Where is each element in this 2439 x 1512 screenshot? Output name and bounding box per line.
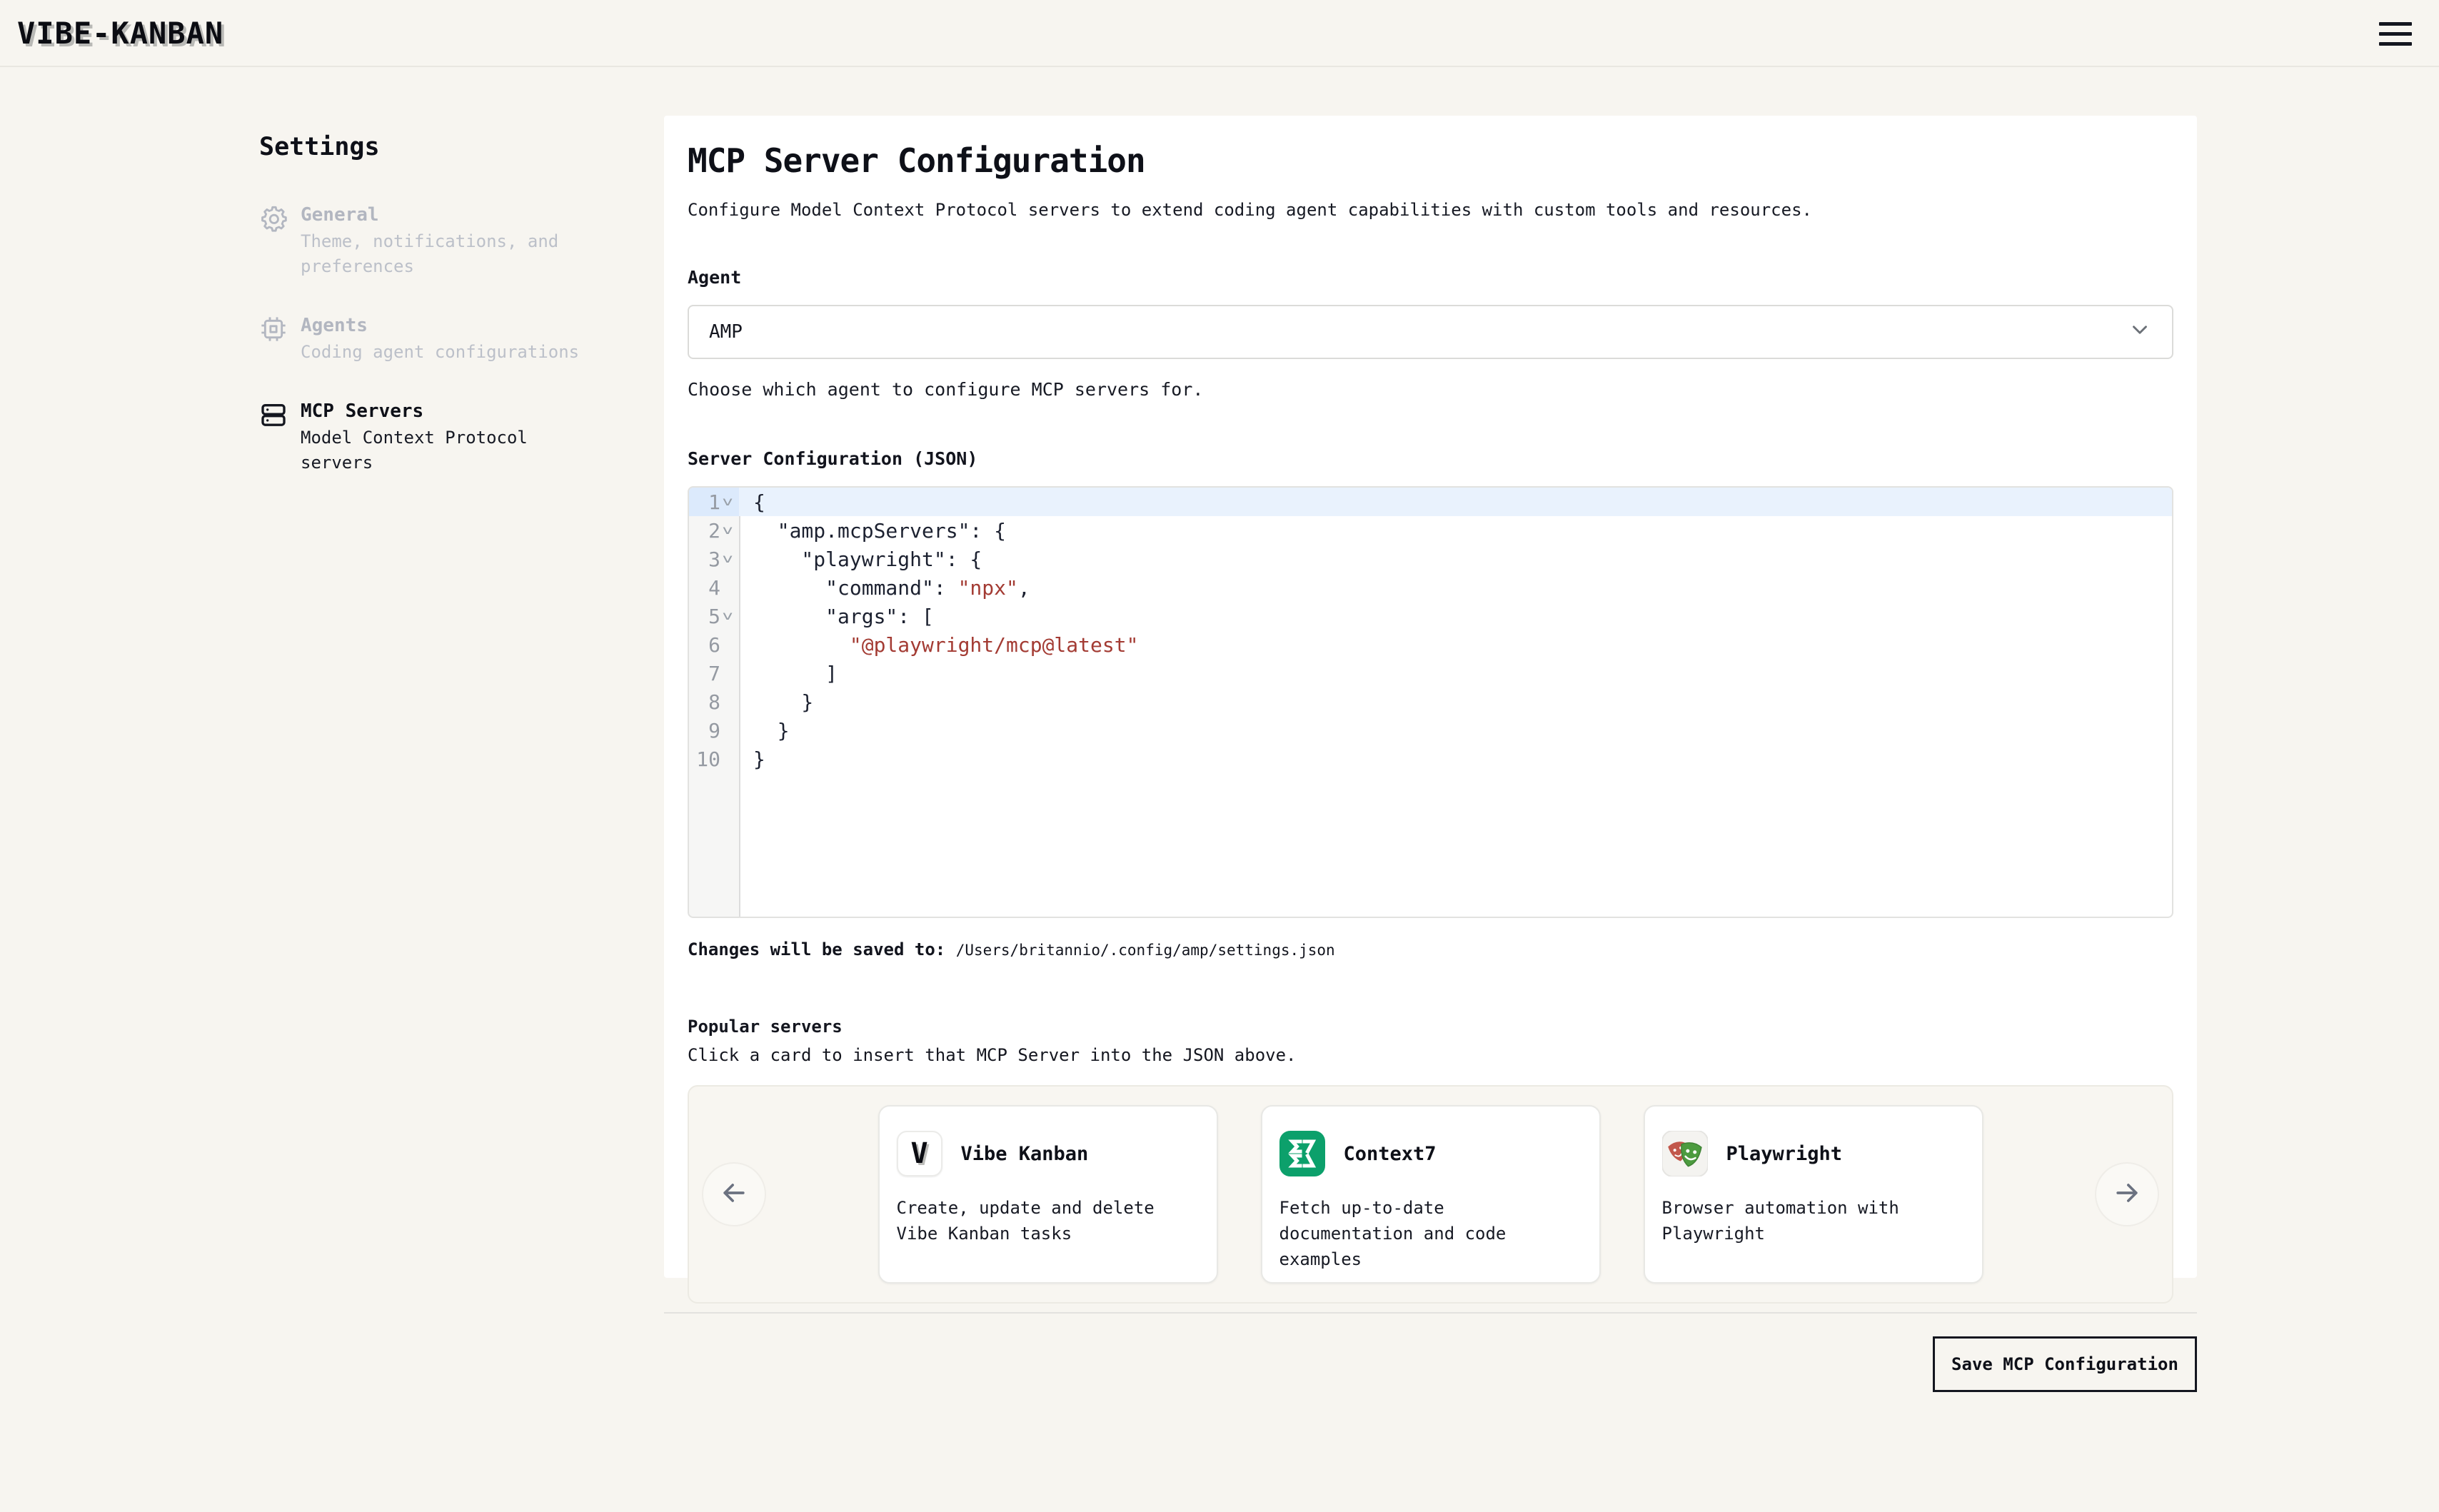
line-number: 7 [708,661,720,685]
agent-field-label: Agent [688,267,742,288]
editor-field-label: Server Configuration (JSON) [688,448,978,469]
sidebar-item-label: General [301,204,379,226]
agent-select-value: AMP [709,321,743,343]
line-number: 4 [708,575,720,600]
server-card-playwright[interactable]: Playwright Browser automation with Playw… [1643,1105,1983,1284]
agent-help-text: Choose which agent to configure MCP serv… [688,379,1204,400]
editor-line[interactable]: 3v "playwright": { [689,545,2172,573]
carousel-next-button[interactable] [2095,1162,2159,1226]
line-number: 9 [708,718,720,742]
save-path-value: /Users/britannio/.config/amp/settings.js… [955,942,1335,959]
sidebar-item-description: Theme, notifications, and preferences [301,231,559,276]
settings-title: Settings [259,133,380,161]
server-card-title: Vibe Kanban [960,1142,1089,1165]
line-number: 8 [708,690,720,714]
vibe-kanban-logo-icon: V [896,1131,942,1176]
playwright-masks-icon [1661,1130,1709,1177]
editor-line[interactable]: 1v { [689,488,2172,516]
json-code-editor[interactable]: 1v { 2v "amp.mcpServers": { 3v "playwrig… [688,486,2173,918]
editor-line[interactable]: 6 "@playwright/mcp@latest" [689,630,2172,659]
server-card-description: Fetch up-to-date documentation and code … [1279,1198,1507,1269]
line-number: 10 [696,747,720,771]
save-path-note: Changes will be saved to: /Users/britann… [688,939,2173,959]
footer-divider [664,1312,2197,1314]
hamburger-menu-icon[interactable] [2379,19,2412,49]
editor-line[interactable]: 9 } [689,716,2172,745]
line-number: 6 [708,632,720,657]
server-card-title: Context7 [1343,1142,1437,1165]
settings-sidebar: Settings General Theme, notifications, a… [259,133,659,510]
fold-chevron-icon[interactable]: v [717,523,738,538]
editor-line[interactable]: 5v "args": [ [689,602,2172,630]
editor-line[interactable]: 2v "amp.mcpServers": { [689,516,2172,545]
popular-servers-title: Popular servers [688,1017,843,1037]
agent-select[interactable]: AMP [688,305,2173,359]
server-cards-row: V Vibe Kanban Create, update and delete … [877,1105,1983,1284]
popular-servers-carousel: V Vibe Kanban Create, update and delete … [688,1085,2173,1304]
editor-line[interactable]: 4 "command": "npx", [689,573,2172,602]
app-header: VIBE-KANBAN [0,0,2439,67]
mcp-configuration-panel: MCP Server Configuration Configure Model… [664,116,2197,1304]
sidebar-item-description: Coding agent configurations [301,342,580,362]
sidebar-item-agents[interactable]: Agents Coding agent configurations [259,313,659,365]
save-mcp-configuration-button[interactable]: Save MCP Configuration [1933,1336,2197,1392]
popular-servers-subtitle: Click a card to insert that MCP Server i… [688,1045,1297,1065]
page-title: MCP Server Configuration [688,141,1146,180]
editor-line[interactable]: 7 ] [689,659,2172,687]
editor-line[interactable]: 8 } [689,687,2172,716]
save-path-prefix: Changes will be saved to: [688,939,946,959]
server-card-description: Browser automation with Playwright [1661,1198,1899,1244]
gear-icon [259,203,288,279]
page-subtitle: Configure Model Context Protocol servers… [688,200,1812,220]
carousel-prev-button[interactable] [702,1162,766,1226]
server-card-description: Create, update and delete Vibe Kanban ta… [896,1198,1155,1244]
fold-chevron-icon[interactable]: v [717,552,738,566]
chevron-down-icon [2128,318,2152,347]
fold-chevron-icon[interactable]: v [717,609,738,623]
server-card-title: Playwright [1726,1142,1843,1165]
sidebar-item-general[interactable]: General Theme, notifications, and prefer… [259,203,659,279]
server-icon [259,399,288,475]
server-card-context7[interactable]: Context7 Fetch up-to-date documentation … [1260,1105,1601,1284]
arrow-right-icon [2111,1177,2143,1211]
server-card-vibe-kanban[interactable]: V Vibe Kanban Create, update and delete … [877,1105,1218,1284]
app-logo[interactable]: VIBE-KANBAN [17,16,223,51]
sidebar-item-description: Model Context Protocol servers [301,428,528,473]
sidebar-item-label: Agents [301,315,368,336]
sidebar-item-label: MCP Servers [301,400,424,422]
sidebar-item-mcp-servers[interactable]: MCP Servers Model Context Protocol serve… [259,399,659,475]
fold-chevron-icon[interactable]: v [717,495,738,509]
arrow-left-icon [718,1177,750,1211]
context7-logo-icon [1279,1131,1325,1176]
editor-line[interactable]: 10 } [689,745,2172,773]
cpu-icon [259,313,288,365]
